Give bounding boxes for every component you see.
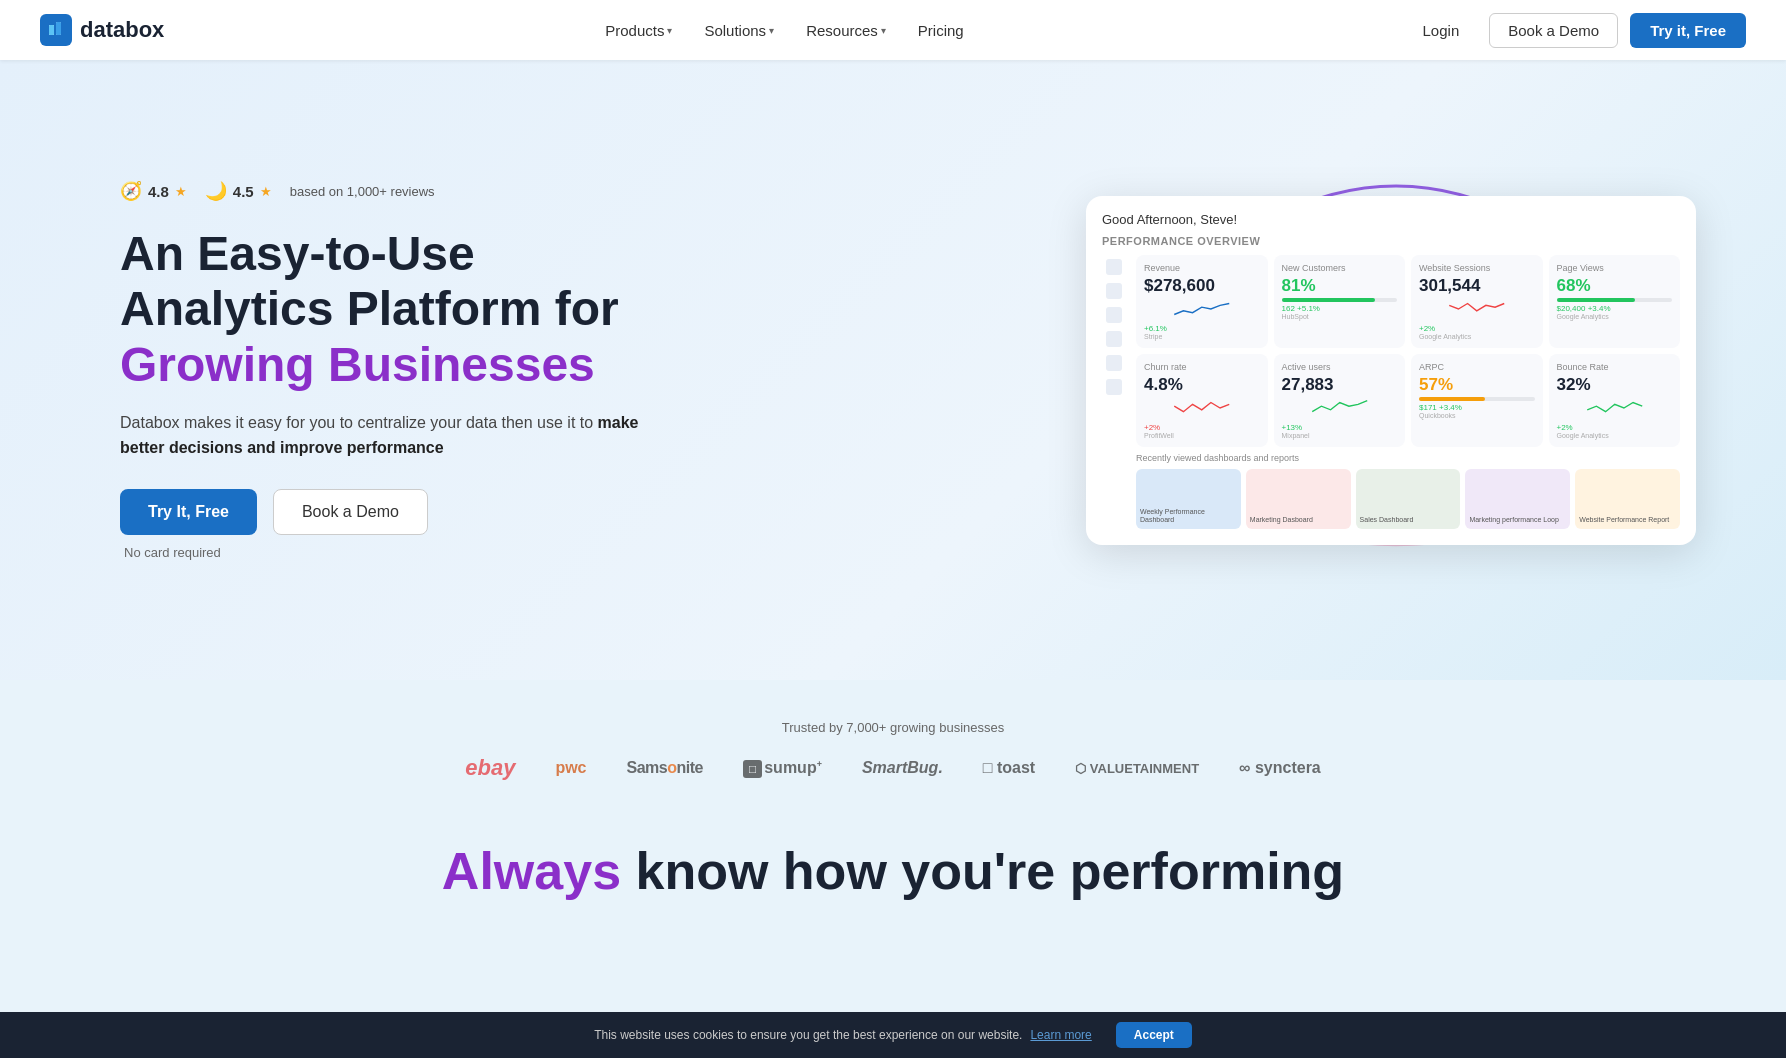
dashboard-card: Good Afternoon, Steve! Performance overv… <box>1086 196 1696 545</box>
g2-icon: 🌙 <box>205 180 227 202</box>
brand-name: databox <box>80 17 164 43</box>
logo-pwc: pwc <box>555 759 586 777</box>
rv-item-marketing-loop[interactable]: Marketing performance Loop <box>1465 469 1570 529</box>
trusted-section: Trusted by 7,000+ growing businesses eba… <box>0 680 1786 811</box>
svg-rect-2 <box>49 25 54 35</box>
nav-products[interactable]: Products ▾ <box>591 14 686 47</box>
chevron-down-icon: ▾ <box>881 25 886 36</box>
churn-chart <box>1144 397 1260 419</box>
navbar-actions: Login Book a Demo Try it, Free <box>1405 13 1746 48</box>
metric-active-users: Active users 27,883 +13% Mixpanel <box>1274 354 1406 447</box>
star-icon: ★ <box>175 184 187 199</box>
revenue-chart <box>1144 298 1260 320</box>
rv-item-marketing[interactable]: Marketing Dasboard <box>1246 469 1351 529</box>
hero-section: 🧭 4.8 ★ 🌙 4.5 ★ based on 1,000+ reviews … <box>0 60 1786 680</box>
metrics-grid-bottom: Churn rate 4.8% +2% ProfitWell Active <box>1136 354 1680 447</box>
logo-icon <box>40 14 72 46</box>
sidebar-icon <box>1106 283 1122 299</box>
nav-pricing[interactable]: Pricing <box>904 14 978 47</box>
metrics-grid-top: Revenue $278,600 +6.1% Stripe New Cust <box>1136 255 1680 348</box>
sessions-chart <box>1419 298 1535 320</box>
sidebar-icon <box>1106 259 1122 275</box>
logo-smartbug: SmartBug. <box>862 759 943 777</box>
login-button[interactable]: Login <box>1405 14 1478 47</box>
dashboard-layout: Revenue $278,600 +6.1% Stripe New Cust <box>1102 255 1680 529</box>
logo-synctera: ∞ synctera <box>1239 759 1321 777</box>
active-users-chart <box>1282 397 1398 419</box>
try-free-nav-button[interactable]: Try it, Free <box>1630 13 1746 48</box>
star-icon: ★ <box>260 184 272 199</box>
main-nav: Products ▾ Solutions ▾ Resources ▾ Prici… <box>591 14 977 47</box>
rv-item-sales[interactable]: Sales Dashboard <box>1356 469 1461 529</box>
always-title: Always know how you're performing <box>80 841 1706 901</box>
sidebar-icon <box>1106 331 1122 347</box>
rating-capterra: 🧭 4.8 ★ <box>120 180 187 202</box>
rv-item-weekly[interactable]: Weekly Performance Dashboard <box>1136 469 1241 529</box>
metric-revenue: Revenue $278,600 +6.1% Stripe <box>1136 255 1268 348</box>
logo-samsonite: Samsonite <box>627 759 703 777</box>
logo-sumup: □sumup+ <box>743 759 822 777</box>
no-card-notice: No card required <box>124 545 640 560</box>
trusted-title: Trusted by 7,000+ growing businesses <box>20 720 1766 735</box>
always-section: Always know how you're performing <box>0 811 1786 911</box>
bounce-chart <box>1557 397 1673 419</box>
metric-arpc: ARPC 57% $171 +3.4% Quickbooks <box>1411 354 1543 447</box>
nav-resources[interactable]: Resources ▾ <box>792 14 900 47</box>
dashboard-main: Revenue $278,600 +6.1% Stripe New Cust <box>1136 255 1680 529</box>
recently-viewed-section: Recently viewed dashboards and reports W… <box>1136 453 1680 529</box>
rv-item-website[interactable]: Website Performance Report <box>1575 469 1680 529</box>
dashboard-greeting: Good Afternoon, Steve! <box>1102 212 1680 227</box>
hero-content: 🧭 4.8 ★ 🌙 4.5 ★ based on 1,000+ reviews … <box>120 180 640 560</box>
chevron-down-icon: ▾ <box>769 25 774 36</box>
metric-page-views: Page Views 68% $20,400 +3.4% Google Anal… <box>1549 255 1681 348</box>
metric-churn: Churn rate 4.8% +2% ProfitWell <box>1136 354 1268 447</box>
sidebar-icon <box>1106 379 1122 395</box>
book-demo-hero-button[interactable]: Book a Demo <box>273 489 428 535</box>
brand-logo[interactable]: databox <box>40 14 164 46</box>
capterra-icon: 🧭 <box>120 180 142 202</box>
hero-cta-buttons: Try It, Free Book a Demo <box>120 489 640 535</box>
metric-website-sessions: Website Sessions 301,544 +2% Google Anal… <box>1411 255 1543 348</box>
navbar: databox Products ▾ Solutions ▾ Resources… <box>0 0 1786 60</box>
hero-description: Databox makes it easy for you to central… <box>120 410 640 461</box>
sidebar-icon <box>1106 307 1122 323</box>
hero-title: An Easy-to-Use Analytics Platform for Gr… <box>120 226 640 392</box>
logo-ebay: ebay <box>465 755 515 781</box>
chevron-down-icon: ▾ <box>667 25 672 36</box>
performance-title: Performance overview <box>1102 235 1680 247</box>
dashboard-sidebar <box>1102 255 1126 529</box>
logos-row: ebay pwc Samsonite □sumup+ SmartBug. □ t… <box>20 755 1766 781</box>
recently-viewed-grid: Weekly Performance Dashboard Marketing D… <box>1136 469 1680 529</box>
logo-valuetainment: ⬡ VALUETAINMENT <box>1075 761 1199 776</box>
recently-viewed-title: Recently viewed dashboards and reports <box>1136 453 1680 463</box>
try-free-hero-button[interactable]: Try It, Free <box>120 489 257 535</box>
svg-rect-3 <box>56 22 61 35</box>
dashboard-wrapper: Good Afternoon, Steve! Performance overv… <box>1086 196 1706 545</box>
nav-solutions[interactable]: Solutions ▾ <box>690 14 788 47</box>
ratings-row: 🧭 4.8 ★ 🌙 4.5 ★ based on 1,000+ reviews <box>120 180 640 202</box>
hero-dashboard-preview: Good Afternoon, Steve! Performance overv… <box>640 196 1706 545</box>
book-demo-nav-button[interactable]: Book a Demo <box>1489 13 1618 48</box>
metric-bounce-rate: Bounce Rate 32% +2% Google Analytics <box>1549 354 1681 447</box>
sidebar-icon <box>1106 355 1122 371</box>
metric-new-customers: New Customers 81% 162 +5.1% HubSpot <box>1274 255 1406 348</box>
rating-g2: 🌙 4.5 ★ <box>205 180 272 202</box>
logo-toast: □ toast <box>983 759 1035 777</box>
